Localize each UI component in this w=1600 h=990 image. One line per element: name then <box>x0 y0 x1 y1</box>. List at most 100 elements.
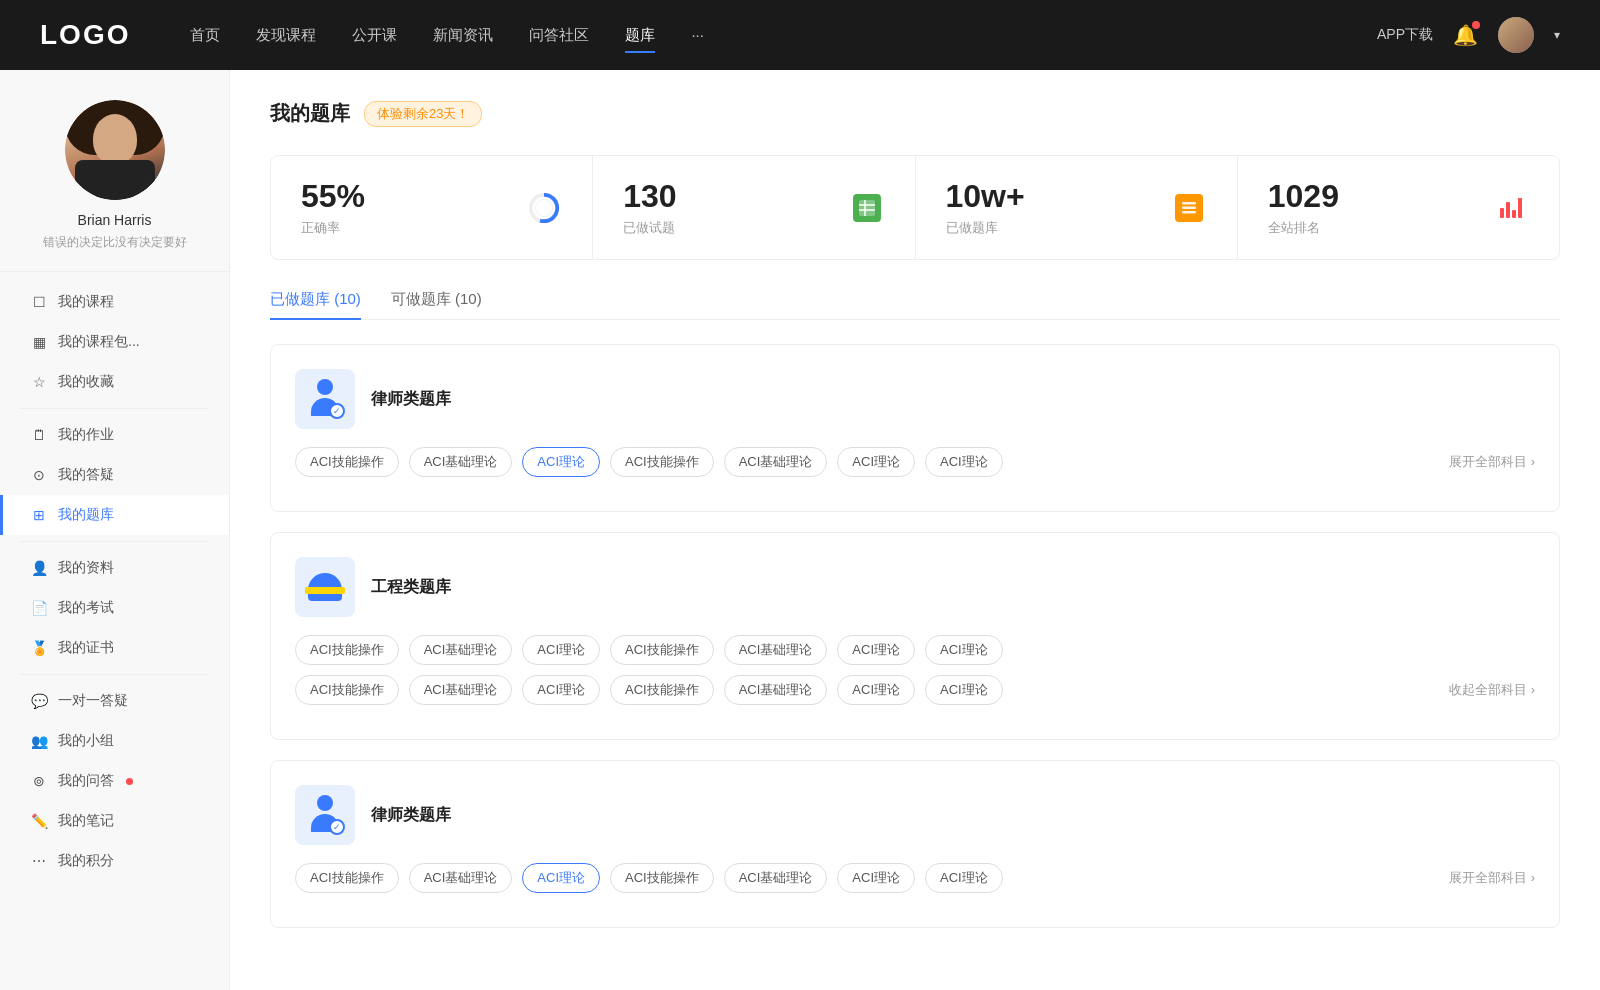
sidebar-item-my-courses[interactable]: ☐ 我的课程 <box>0 282 229 322</box>
user-dropdown-arrow[interactable]: ▾ <box>1554 28 1560 42</box>
sidebar-item-one-on-one[interactable]: 💬 一对一答疑 <box>0 681 229 721</box>
nav-opencourse[interactable]: 公开课 <box>352 22 397 49</box>
sidebar-item-favorites[interactable]: ☆ 我的收藏 <box>0 362 229 402</box>
law2-tag-1[interactable]: ACI技能操作 <box>295 863 399 893</box>
person-check: ✓ <box>329 403 345 419</box>
law2-tag-2[interactable]: ACI基础理论 <box>409 863 513 893</box>
app-download-button[interactable]: APP下载 <box>1377 26 1433 44</box>
eng-tag-2[interactable]: ACI基础理论 <box>409 635 513 665</box>
tab-available-banks[interactable]: 可做题库 (10) <box>391 290 482 319</box>
bank-tags-lawyer-1: ACI技能操作 ACI基础理论 ACI理论 ACI技能操作 ACI基础理论 AC… <box>295 447 1535 477</box>
sidebar-item-qa-answers-label: 我的答疑 <box>58 466 114 484</box>
law2-tag-7[interactable]: ACI理论 <box>925 863 1003 893</box>
tab-done-banks[interactable]: 已做题库 (10) <box>270 290 361 319</box>
nav-more[interactable]: ··· <box>691 22 704 49</box>
sidebar-item-qa-answers[interactable]: ⊙ 我的答疑 <box>0 455 229 495</box>
person-head <box>317 379 333 395</box>
sidebar-item-points[interactable]: ⋯ 我的积分 <box>0 841 229 881</box>
sidebar-item-question-bank[interactable]: ⊞ 我的题库 <box>0 495 229 535</box>
helmet-brim <box>305 587 345 594</box>
nav-questionbank[interactable]: 题库 <box>625 22 655 49</box>
help-icon: ⊙ <box>30 466 48 484</box>
sidebar-item-notes[interactable]: ✏️ 我的笔记 <box>0 801 229 841</box>
bar1 <box>1500 208 1504 218</box>
score-icon: ⋯ <box>30 852 48 870</box>
sidebar-item-questions-label: 我的问答 <box>58 772 114 790</box>
grid-icon: ⊞ <box>30 506 48 524</box>
eng-tag-1[interactable]: ACI技能操作 <box>295 635 399 665</box>
sidebar-item-profile[interactable]: 👤 我的资料 <box>0 548 229 588</box>
sidebar-item-course-packages[interactable]: ▦ 我的课程包... <box>0 322 229 362</box>
nav-discover[interactable]: 发现课程 <box>256 22 316 49</box>
sidebar-divider-2 <box>20 541 209 542</box>
qa-icon: ⊚ <box>30 772 48 790</box>
stat-accuracy-label: 正确率 <box>301 219 510 237</box>
bank-tag-2[interactable]: ACI基础理论 <box>409 447 513 477</box>
eng-tag-8[interactable]: ACI技能操作 <box>295 675 399 705</box>
nav-news[interactable]: 新闻资讯 <box>433 22 493 49</box>
stat-done-banks-value-group: 10w+ 已做题库 <box>946 178 1155 237</box>
stat-done-questions: 130 已做试题 <box>593 156 915 259</box>
avatar[interactable] <box>1498 17 1534 53</box>
bar2 <box>1506 202 1510 218</box>
eng-tag-13[interactable]: ACI理论 <box>837 675 915 705</box>
eng-tag-12[interactable]: ACI基础理论 <box>724 675 828 705</box>
eng-tag-5[interactable]: ACI基础理论 <box>724 635 828 665</box>
sidebar-profile: Brian Harris 错误的决定比没有决定要好 <box>0 100 229 272</box>
bank-tag-3-active[interactable]: ACI理论 <box>522 447 600 477</box>
nav-qa[interactable]: 问答社区 <box>529 22 589 49</box>
bank-card-lawyer-2-header: ✓ 律师类题库 <box>295 785 1535 845</box>
bank-tags-engineering-row2: ACI技能操作 ACI基础理论 ACI理论 ACI技能操作 ACI基础理论 AC… <box>295 675 1535 705</box>
nav-home[interactable]: 首页 <box>190 22 220 49</box>
page-header: 我的题库 体验剩余23天！ <box>270 100 1560 127</box>
eng-tag-7[interactable]: ACI理论 <box>925 635 1003 665</box>
sidebar-item-groups-label: 我的小组 <box>58 732 114 750</box>
bank-tags-lawyer-2: ACI技能操作 ACI基础理论 ACI理论 ACI技能操作 ACI基础理论 AC… <box>295 863 1535 893</box>
sidebar-item-exams-label: 我的考试 <box>58 599 114 617</box>
bank-tag-1[interactable]: ACI技能操作 <box>295 447 399 477</box>
bank-card-lawyer-2: ✓ 律师类题库 ACI技能操作 ACI基础理论 ACI理论 ACI技能操作 AC… <box>270 760 1560 928</box>
svg-rect-7 <box>1182 202 1196 205</box>
eng-tag-6[interactable]: ACI理论 <box>837 635 915 665</box>
notification-bell[interactable]: 🔔 <box>1453 23 1478 47</box>
person-icon: 👤 <box>30 559 48 577</box>
sidebar-item-certificates[interactable]: 🏅 我的证书 <box>0 628 229 668</box>
law2-tag-3-active[interactable]: ACI理论 <box>522 863 600 893</box>
eng-tag-14[interactable]: ACI理论 <box>925 675 1003 705</box>
svg-point-2 <box>536 199 553 216</box>
bank-title-lawyer-1: 律师类题库 <box>371 389 451 410</box>
eng-tag-9[interactable]: ACI基础理论 <box>409 675 513 705</box>
sidebar-item-homework[interactable]: 🗒 我的作业 <box>0 415 229 455</box>
lawyer-person-icon-1: ✓ <box>305 379 345 419</box>
bank-card-lawyer-1-header: ✓ 律师类题库 <box>295 369 1535 429</box>
bank-tag-7[interactable]: ACI理论 <box>925 447 1003 477</box>
law2-tag-6[interactable]: ACI理论 <box>837 863 915 893</box>
doc-icon: ☐ <box>30 293 48 311</box>
collapse-engineering[interactable]: 收起全部科目 › <box>1449 681 1535 699</box>
bank-card-lawyer-1: ✓ 律师类题库 ACI技能操作 ACI基础理论 ACI理论 ACI技能操作 AC… <box>270 344 1560 512</box>
stat-site-rank: 1029 全站排名 <box>1238 156 1559 259</box>
sidebar-item-exams[interactable]: 📄 我的考试 <box>0 588 229 628</box>
cert-icon: 🏅 <box>30 639 48 657</box>
bank-tag-6[interactable]: ACI理论 <box>837 447 915 477</box>
chat-icon: 💬 <box>30 692 48 710</box>
bank-card-engineering: 工程类题库 ACI技能操作 ACI基础理论 ACI理论 ACI技能操作 ACI基… <box>270 532 1560 740</box>
profile-bio: 错误的决定比没有决定要好 <box>43 234 187 251</box>
expand-lawyer-2[interactable]: 展开全部科目 › <box>1449 869 1535 887</box>
avatar-image <box>1498 17 1534 53</box>
sidebar-item-groups[interactable]: 👥 我的小组 <box>0 721 229 761</box>
eng-tag-4[interactable]: ACI技能操作 <box>610 635 714 665</box>
list-stat-icon <box>1171 190 1207 226</box>
sidebar-item-questions[interactable]: ⊚ 我的问答 <box>0 761 229 801</box>
eng-tag-10[interactable]: ACI理论 <box>522 675 600 705</box>
bank-tag-5[interactable]: ACI基础理论 <box>724 447 828 477</box>
law2-tag-5[interactable]: ACI基础理论 <box>724 863 828 893</box>
expand-lawyer-1[interactable]: 展开全部科目 › <box>1449 453 1535 471</box>
eng-tag-3[interactable]: ACI理论 <box>522 635 600 665</box>
law2-tag-4[interactable]: ACI技能操作 <box>610 863 714 893</box>
stat-site-rank-label: 全站排名 <box>1268 219 1477 237</box>
lawyer-bank-icon-1: ✓ <box>295 369 355 429</box>
eng-tag-11[interactable]: ACI技能操作 <box>610 675 714 705</box>
bank-tag-4[interactable]: ACI技能操作 <box>610 447 714 477</box>
group-icon: 👥 <box>30 732 48 750</box>
